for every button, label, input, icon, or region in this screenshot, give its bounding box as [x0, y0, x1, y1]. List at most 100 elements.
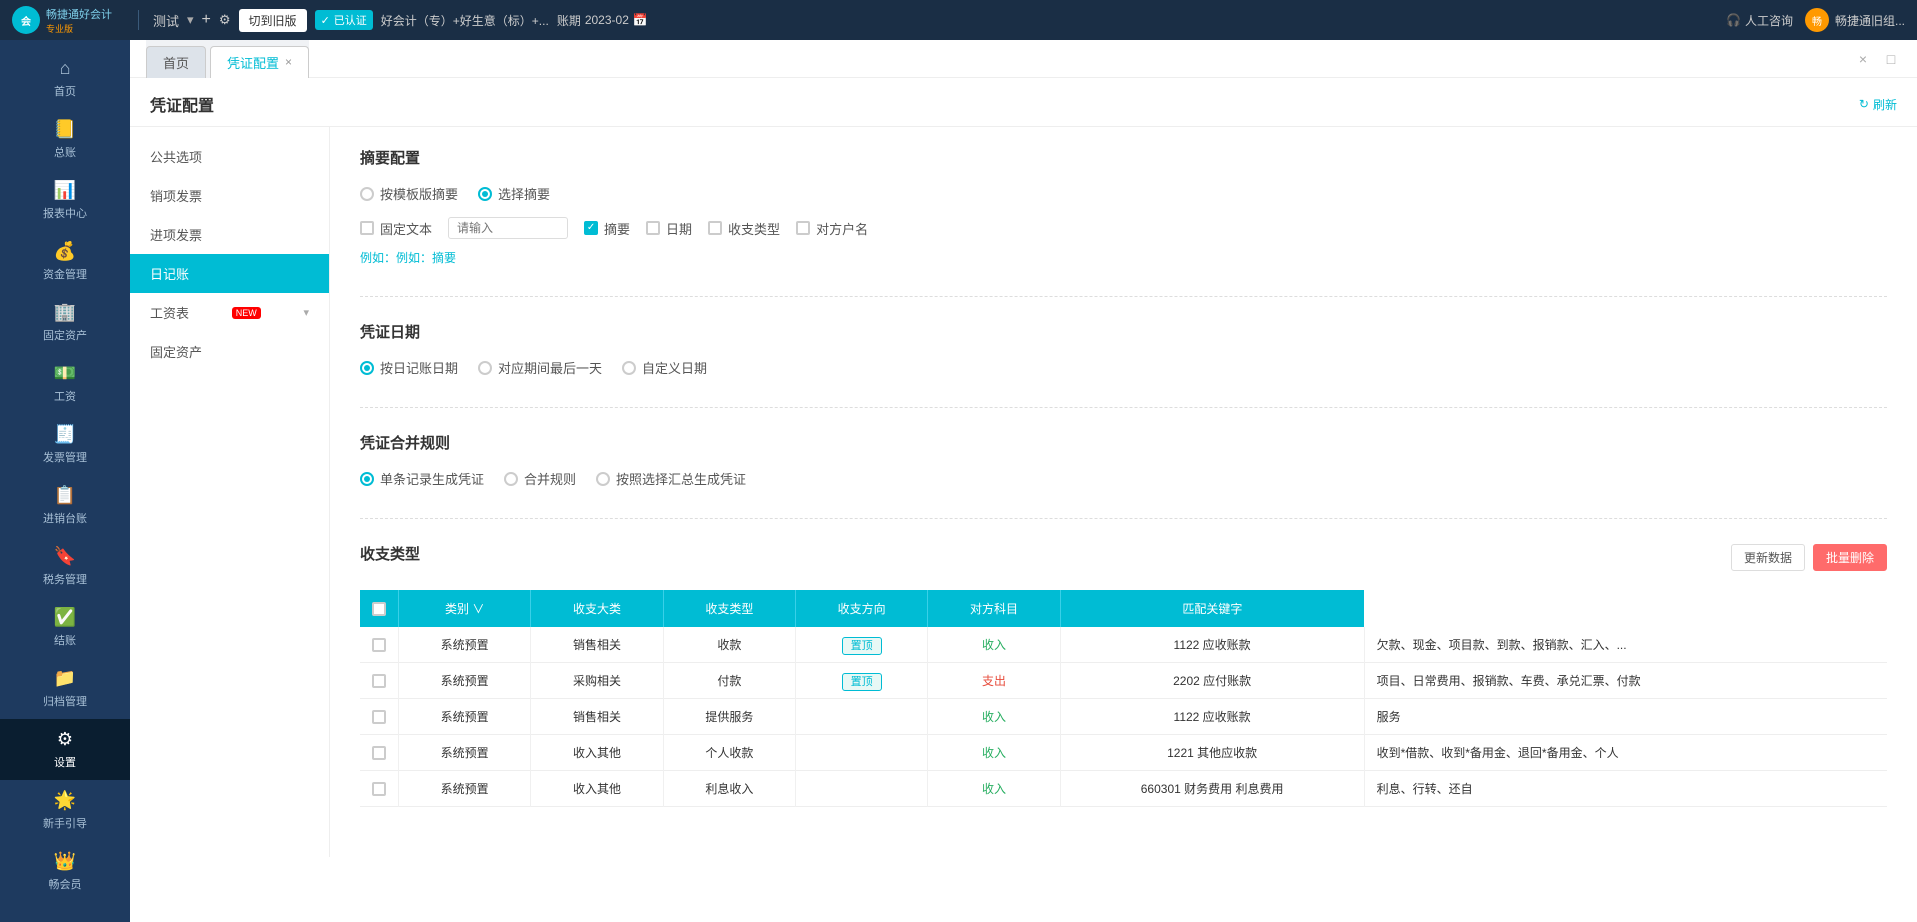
row-1-direction: 收入 — [928, 627, 1060, 663]
user-menu[interactable]: 畅 畅捷通旧组... — [1805, 8, 1905, 32]
radio-summary-generate-circle — [596, 472, 610, 486]
radio-select[interactable]: 选择摘要 — [478, 184, 550, 203]
member-icon: 👑 — [54, 851, 76, 872]
add-button[interactable]: + — [202, 11, 211, 29]
radio-journal-date[interactable]: 按日记账日期 — [360, 358, 458, 377]
left-nav-journal[interactable]: 日记账 — [130, 254, 329, 293]
row-2-income-type: 付款 — [663, 663, 795, 699]
tab-voucher-config[interactable]: 凭证配置 × — [210, 46, 309, 78]
batch-delete-button[interactable]: 批量删除 — [1813, 544, 1887, 571]
radio-merge-circle — [504, 472, 518, 486]
sidebar-item-funds[interactable]: 💰 资金管理 — [0, 231, 130, 292]
radio-template-circle — [360, 187, 374, 201]
page-title: 凭证配置 — [150, 92, 214, 116]
logo-icon: 会 — [12, 6, 40, 34]
radio-template[interactable]: 按模板版摘要 — [360, 184, 458, 203]
left-nav-sales-invoice[interactable]: 销项发票 — [130, 176, 329, 215]
fixed-text-input[interactable] — [448, 217, 568, 239]
date-checkbox-box — [646, 221, 660, 235]
update-data-button[interactable]: 更新数据 — [1731, 544, 1805, 571]
row-5-checkbox-cell — [360, 771, 399, 807]
page-content: 凭证配置 ↻ 刷新 公共选项 销项发票 — [130, 78, 1917, 922]
switch-version-button[interactable]: 切到旧版 — [239, 9, 307, 32]
row-5-checkbox[interactable] — [372, 782, 386, 796]
sidebar-item-invoice[interactable]: 🧾 发票管理 — [0, 414, 130, 475]
left-nav-salary-table[interactable]: 工资表 NEW ▾ — [130, 293, 329, 332]
sidebar-label-salary: 工资 — [54, 388, 76, 404]
left-nav-fixed-assets[interactable]: 固定资产 — [130, 332, 329, 371]
checkbox-fixed-text[interactable]: 固定文本 — [360, 219, 432, 238]
divider-3 — [360, 518, 1887, 519]
sidebar-item-tax[interactable]: 🔖 税务管理 — [0, 536, 130, 597]
sidebar-item-guide[interactable]: 🌟 新手引导 — [0, 780, 130, 841]
row-5-category: 系统预置 — [399, 771, 531, 807]
company-dropdown-arrow[interactable]: ▾ — [187, 12, 194, 28]
merge-rules-radio-group: 单条记录生成凭证 合并规则 按照选择汇总生成凭证 — [360, 469, 1887, 488]
row-3-income-type: 提供服务 — [663, 699, 795, 735]
radio-merge[interactable]: 合并规则 — [504, 469, 576, 488]
row-5-income-type: 利息收入 — [663, 771, 795, 807]
row-2-major-type: 采购相关 — [531, 663, 663, 699]
checkbox-date[interactable]: 日期 — [646, 219, 692, 238]
sidebar-item-reports[interactable]: 📊 报表中心 — [0, 170, 130, 231]
col-checkbox — [360, 590, 399, 627]
gear-icon[interactable]: ⚙ — [219, 12, 231, 28]
row-1-checkbox[interactable] — [372, 638, 386, 652]
sidebar-item-settle[interactable]: ✅ 结账 — [0, 597, 130, 658]
row-3-account: 1122 应收账款 — [1060, 699, 1364, 735]
sidebar-label-settle: 结账 — [54, 632, 76, 648]
row-2-override: 置顶 — [795, 663, 927, 699]
row-2-category: 系统预置 — [399, 663, 531, 699]
override-tag-2[interactable]: 置顶 — [842, 673, 882, 691]
window-close-button[interactable]: × — [1853, 49, 1873, 69]
checkbox-summary[interactable]: 摘要 — [584, 219, 630, 238]
sidebar-item-archive[interactable]: 📁 归档管理 — [0, 658, 130, 719]
row-4-checkbox[interactable] — [372, 746, 386, 760]
tax-icon: 🔖 — [54, 546, 76, 567]
calendar-icon[interactable]: 📅 — [633, 13, 648, 27]
summary-config-section: 摘要配置 按模板版摘要 选择摘要 — [360, 147, 1887, 266]
service-button[interactable]: 🎧 人工咨询 — [1726, 12, 1793, 29]
radio-custom-date[interactable]: 自定义日期 — [622, 358, 707, 377]
radio-period-last[interactable]: 对应期间最后一天 — [478, 358, 602, 377]
sidebar-item-home[interactable]: ⌂ 首页 — [0, 48, 130, 109]
sidebar-item-purchase[interactable]: 📋 进销台账 — [0, 475, 130, 536]
counterparty-checkbox-box — [796, 221, 810, 235]
sidebar-label-archive: 归档管理 — [43, 693, 87, 709]
row-1-account: 1122 应收账款 — [1060, 627, 1364, 663]
row-3-category: 系统预置 — [399, 699, 531, 735]
refresh-button[interactable]: ↻ 刷新 — [1859, 96, 1897, 113]
company-name: 测试 — [153, 11, 179, 30]
left-nav-public[interactable]: 公共选项 — [130, 137, 329, 176]
tab-close-icon[interactable]: × — [285, 55, 292, 69]
sidebar-item-ledger[interactable]: 📒 总账 — [0, 109, 130, 170]
salary-icon: 💵 — [54, 363, 76, 384]
row-5-direction: 收入 — [928, 771, 1060, 807]
guide-icon: 🌟 — [54, 790, 76, 811]
table-header-row: 类别 ∨ 收支大类 收支类型 收支方向 对方科目 匹配关键字 — [360, 590, 1887, 627]
row-3-checkbox[interactable] — [372, 710, 386, 724]
divider-1 — [360, 296, 1887, 297]
sidebar-item-settings[interactable]: ⚙ 设置 — [0, 719, 130, 780]
tab-home[interactable]: 首页 — [146, 46, 206, 78]
sidebar-item-assets[interactable]: 🏢 固定资产 — [0, 292, 130, 353]
radio-single[interactable]: 单条记录生成凭证 — [360, 469, 484, 488]
tab-bar: 首页 凭证配置 × — [146, 40, 309, 78]
override-tag-1[interactable]: 置顶 — [842, 637, 882, 655]
table-row: 系统预置 销售相关 提供服务 收入 1122 应收账款 服务 — [360, 699, 1887, 735]
select-all-checkbox[interactable] — [372, 602, 386, 616]
sidebar-item-member[interactable]: 👑 畅会员 — [0, 841, 130, 902]
sidebar-item-salary[interactable]: 💵 工资 — [0, 353, 130, 414]
sidebar-label-assets: 固定资产 — [43, 327, 87, 343]
row-3-override — [795, 699, 927, 735]
window-maximize-button[interactable]: □ — [1881, 49, 1901, 69]
checkbox-counterparty[interactable]: 对方户名 — [796, 219, 868, 238]
row-1-checkbox-cell — [360, 627, 399, 663]
left-nav-purchase-invoice[interactable]: 进项发票 — [130, 215, 329, 254]
row-2-checkbox[interactable] — [372, 674, 386, 688]
checkbox-type[interactable]: 收支类型 — [708, 219, 780, 238]
radio-summary-generate[interactable]: 按照选择汇总生成凭证 — [596, 469, 746, 488]
sidebar-label-invoice: 发票管理 — [43, 449, 87, 465]
row-3-keywords: 服务 — [1364, 699, 1887, 735]
page-header: 凭证配置 ↻ 刷新 — [130, 78, 1917, 127]
